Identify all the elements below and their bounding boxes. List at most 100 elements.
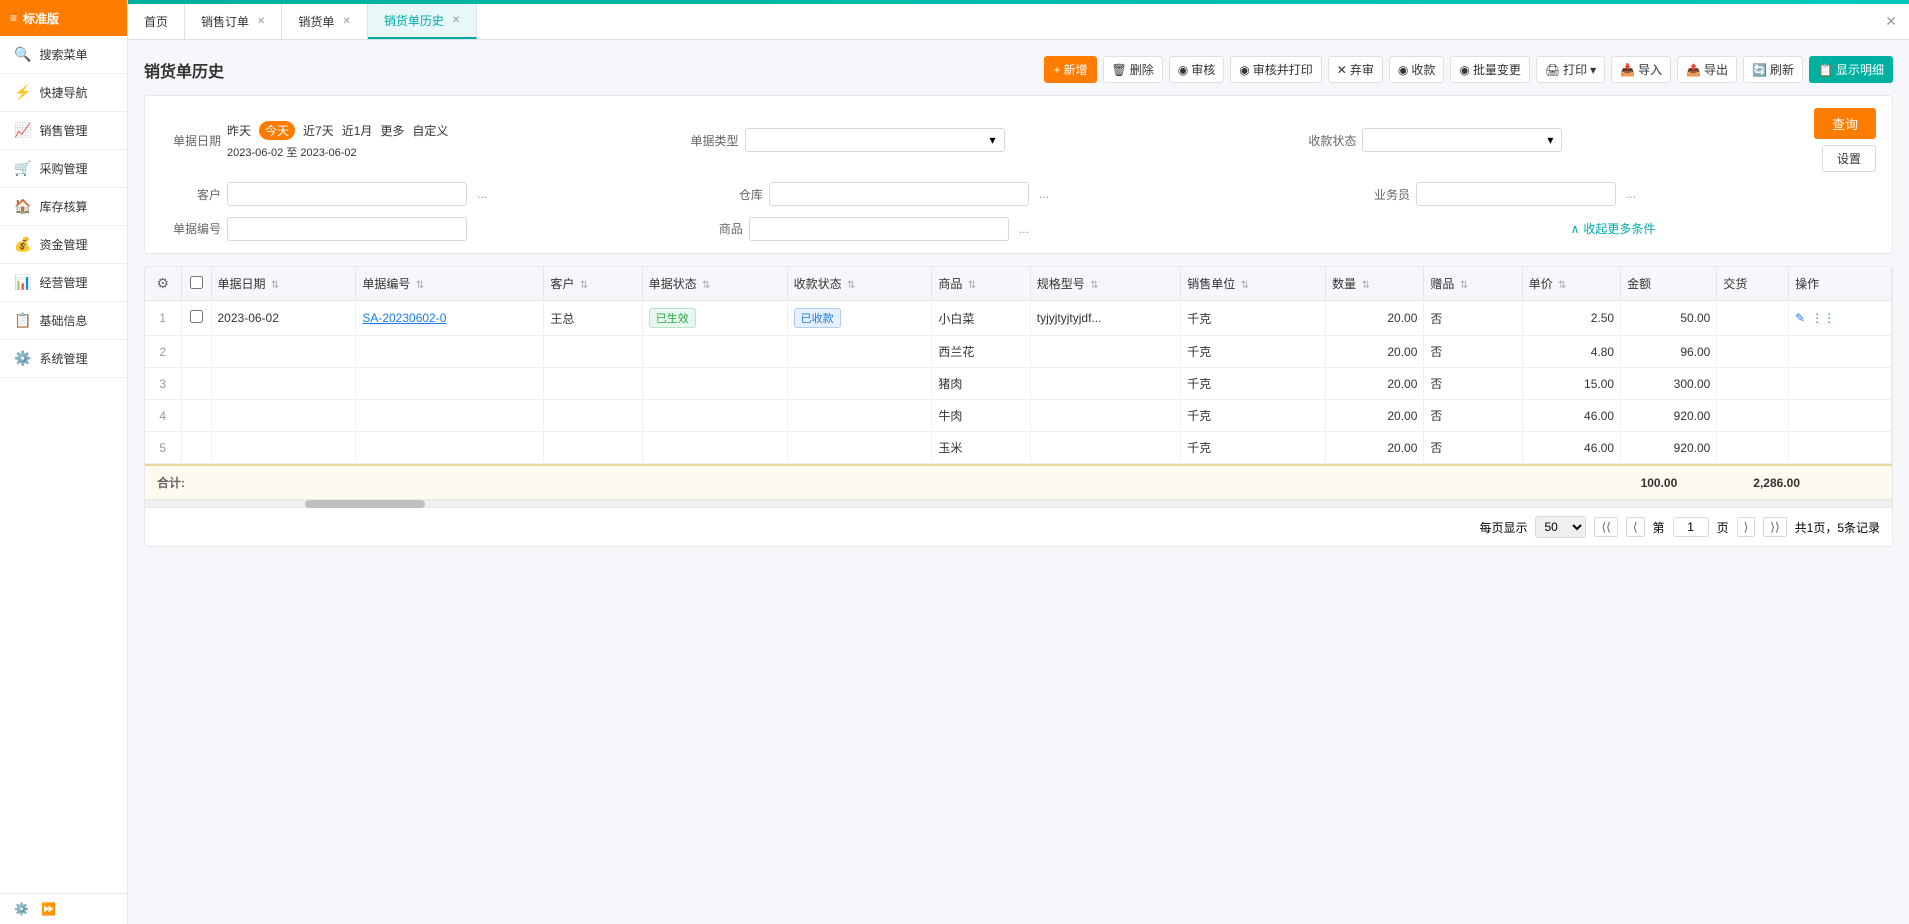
date-link-today[interactable]: 今天	[259, 121, 295, 140]
row-price: 2.50	[1522, 301, 1620, 336]
staff-input[interactable]	[1416, 182, 1616, 206]
customer-ellipsis[interactable]: ...	[473, 183, 491, 205]
warehouse-input[interactable]	[769, 182, 1029, 206]
row-doc-no[interactable]	[356, 400, 544, 432]
gear-icon[interactable]: ⚙	[156, 275, 169, 291]
sidebar-settings-icon[interactable]: ⚙️	[14, 902, 29, 916]
goods-input[interactable]	[749, 217, 1009, 241]
th-pay-status[interactable]: 收款状态 ⇅	[787, 267, 932, 301]
row-doc-no[interactable]	[356, 336, 544, 368]
tab-sales-history[interactable]: 销货单历史 ✕	[368, 4, 477, 39]
sidebar-item-ops-mgmt[interactable]: 📊 经营管理	[0, 264, 127, 302]
row-checkbox-cell[interactable]	[181, 400, 211, 432]
show-detail-button[interactable]: 📋 显示明细	[1809, 56, 1893, 83]
action-edit-icon[interactable]: ✎	[1795, 311, 1805, 325]
abandon-button[interactable]: ✕ 弃审	[1328, 56, 1383, 83]
warehouse-ellipsis[interactable]: ...	[1035, 183, 1053, 205]
date-link-yesterday[interactable]: 昨天	[227, 122, 251, 139]
page-size-select[interactable]: 50 100 200	[1535, 516, 1586, 538]
add-button[interactable]: + 新增	[1044, 56, 1096, 83]
print-button[interactable]: 🖨 打印 ▾	[1536, 56, 1605, 83]
table-scrollbar[interactable]	[145, 499, 1892, 507]
footer-label: 合计:	[157, 474, 185, 491]
th-checkbox[interactable]	[181, 267, 211, 301]
footer-total-qty: 100.00	[1641, 476, 1678, 490]
export-button[interactable]: 📤 导出	[1677, 56, 1737, 83]
row-checkbox[interactable]	[190, 310, 203, 323]
tab-sales-goods[interactable]: 销货单 ✕	[282, 4, 367, 39]
doc-no-link[interactable]: SA-20230602-0	[362, 311, 446, 325]
collect-icon: ◉	[1398, 63, 1408, 77]
row-checkbox-cell[interactable]	[181, 301, 211, 336]
sidebar-item-sys-mgmt[interactable]: ⚙️ 系统管理	[0, 340, 127, 378]
collapse-button[interactable]: ∧ 收起更多条件	[1571, 216, 1656, 241]
review-print-button[interactable]: ◉ 审核并打印	[1230, 56, 1322, 83]
th-gear[interactable]: ⚙	[145, 267, 181, 301]
set-button[interactable]: 设置	[1822, 145, 1876, 172]
sidebar-collapse-icon[interactable]: ⏩	[41, 902, 56, 916]
tab-sales-order-close[interactable]: ✕	[257, 16, 265, 27]
th-customer[interactable]: 客户 ⇅	[544, 267, 642, 301]
row-checkbox-cell[interactable]	[181, 368, 211, 400]
tab-sales-goods-close[interactable]: ✕	[342, 16, 350, 27]
sidebar-item-basic-info[interactable]: 📋 基础信息	[0, 302, 127, 340]
row-doc-no[interactable]: SA-20230602-0	[356, 301, 544, 336]
tab-sales-order[interactable]: 销售订单 ✕	[185, 4, 282, 39]
goods-ellipsis[interactable]: ...	[1015, 218, 1033, 240]
row-gift: 否	[1424, 336, 1522, 368]
th-date[interactable]: 单据日期 ⇅	[211, 267, 356, 301]
delete-button[interactable]: 🗑 删除	[1103, 56, 1163, 83]
th-trade[interactable]: 交货	[1717, 267, 1789, 301]
select-all-checkbox[interactable]	[190, 276, 203, 289]
window-close-button[interactable]: ✕	[1873, 13, 1909, 30]
doc-type-select[interactable]: ▾	[745, 128, 1005, 152]
sidebar-item-finance-mgmt[interactable]: 💰 资金管理	[0, 226, 127, 264]
sidebar-item-search-menu[interactable]: 🔍 搜索菜单	[0, 36, 127, 74]
import-button[interactable]: 📥 导入	[1611, 56, 1671, 83]
collect-button[interactable]: ◉ 收款	[1389, 56, 1445, 83]
row-trade	[1717, 432, 1789, 464]
staff-ellipsis[interactable]: ...	[1622, 183, 1640, 205]
sort-paystatus-icon: ⇅	[847, 280, 855, 291]
tab-home[interactable]: 首页	[128, 4, 185, 39]
row-checkbox-cell[interactable]	[181, 336, 211, 368]
page-last-button[interactable]: ⟩⟩	[1763, 517, 1786, 537]
tab-sales-history-close[interactable]: ✕	[452, 15, 460, 26]
page-next-button[interactable]: ⟩	[1737, 517, 1756, 537]
action-more-icon[interactable]: ⋮⋮	[1811, 311, 1835, 325]
page-first-button[interactable]: ⟨⟨	[1594, 517, 1617, 537]
page-label-2: 页	[1717, 519, 1729, 536]
th-amount[interactable]: 金额	[1621, 267, 1717, 301]
sidebar-item-sales-mgmt[interactable]: 📈 销售管理	[0, 112, 127, 150]
th-goods[interactable]: 商品 ⇅	[932, 267, 1030, 301]
th-unit[interactable]: 销售单位 ⇅	[1181, 267, 1326, 301]
payment-status-select[interactable]: ▾	[1362, 128, 1562, 152]
sidebar-item-inventory-calc[interactable]: 🏠 库存核算	[0, 188, 127, 226]
th-doc-status[interactable]: 单据状态 ⇅	[642, 267, 787, 301]
doc-no-input[interactable]	[227, 217, 467, 241]
date-link-more[interactable]: 更多	[380, 122, 404, 139]
page-prev-button[interactable]: ⟨	[1626, 517, 1645, 537]
doc-status-badge: 已生效	[649, 308, 696, 328]
refresh-button[interactable]: 🔄 刷新	[1743, 56, 1803, 83]
th-spec[interactable]: 规格型号 ⇅	[1030, 267, 1181, 301]
review-button[interactable]: ◉ 审核	[1169, 56, 1225, 83]
customer-input[interactable]	[227, 182, 467, 206]
date-link-7days[interactable]: 近7天	[303, 122, 334, 139]
sidebar-item-purchase-mgmt[interactable]: 🛒 采购管理	[0, 150, 127, 188]
row-checkbox-cell[interactable]	[181, 432, 211, 464]
page-number-input[interactable]	[1673, 517, 1709, 537]
row-doc-no[interactable]	[356, 368, 544, 400]
row-doc-no[interactable]	[356, 432, 544, 464]
table-scrollbar-thumb[interactable]	[305, 500, 425, 508]
date-link-custom[interactable]: 自定义	[412, 122, 448, 139]
payment-status-label: 收款状态	[1296, 132, 1356, 149]
th-gift[interactable]: 赠品 ⇅	[1424, 267, 1522, 301]
batch-change-button[interactable]: ◉ 批量变更	[1450, 56, 1530, 83]
date-link-1month[interactable]: 近1月	[342, 122, 373, 139]
query-button[interactable]: 查询	[1814, 108, 1876, 139]
sidebar-item-quick-nav[interactable]: ⚡ 快捷导航	[0, 74, 127, 112]
th-qty[interactable]: 数量 ⇅	[1326, 267, 1424, 301]
th-price[interactable]: 单价 ⇅	[1522, 267, 1620, 301]
th-doc-no[interactable]: 单据编号 ⇅	[356, 267, 544, 301]
